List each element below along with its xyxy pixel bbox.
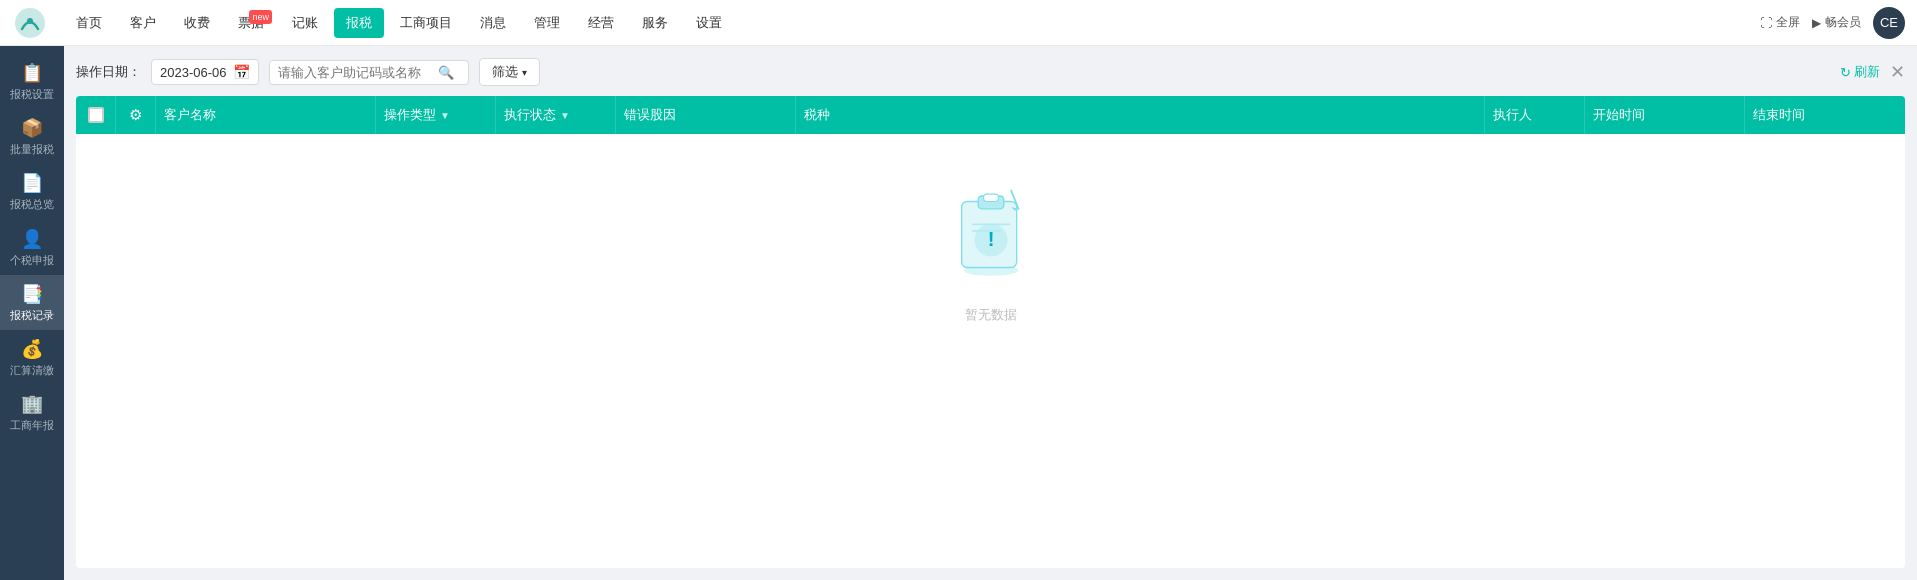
- sidebar-icon-个税申报: 👤: [21, 228, 43, 250]
- refresh-button[interactable]: ↻ 刷新: [1840, 63, 1880, 81]
- refresh-icon: ↻: [1840, 65, 1851, 80]
- nav-item-收费[interactable]: 收费: [172, 8, 222, 38]
- sidebar-item-批量报税[interactable]: 📦 批量报税: [0, 109, 64, 164]
- th-executor-label: 执行人: [1493, 106, 1532, 124]
- empty-state: ! 暂无数据: [76, 134, 1905, 364]
- th-start-time-label: 开始时间: [1593, 106, 1645, 124]
- date-label: 操作日期：: [76, 63, 141, 81]
- table-header: ⚙ 客户名称 操作类型 ▼ 执行状态 ▼ 错误股因 税种: [76, 96, 1905, 134]
- sidebar-label-报税设置: 报税设置: [10, 88, 54, 101]
- date-value: 2023-06-06: [160, 65, 227, 80]
- filter-icon-operation[interactable]: ▼: [440, 110, 450, 121]
- select-all-checkbox[interactable]: [88, 107, 104, 123]
- badge-new: new: [249, 10, 272, 24]
- th-tax-type-label: 税种: [804, 106, 830, 124]
- sidebar-item-报税设置[interactable]: 📋 报税设置: [0, 54, 64, 109]
- sidebar-item-报税记录[interactable]: 📑 报税记录: [0, 275, 64, 330]
- sidebar-label-个税申报: 个税申报: [10, 254, 54, 267]
- th-client-name-label: 客户名称: [164, 106, 216, 124]
- date-input[interactable]: 2023-06-06 📅: [151, 59, 259, 85]
- nav-item-报税[interactable]: 报税: [334, 8, 384, 38]
- th-status: 执行状态 ▼: [496, 96, 616, 134]
- sidebar-item-个税申报[interactable]: 👤 个税申报: [0, 220, 64, 275]
- nav-item-票据[interactable]: 票据new: [226, 8, 276, 38]
- empty-text: 暂无数据: [965, 306, 1017, 324]
- search-box[interactable]: 🔍: [269, 60, 469, 85]
- top-navigation: 首页客户收费票据new记账报税工商项目消息管理经营服务设置 ⛶ 全屏 ▶ 畅会员…: [0, 0, 1917, 46]
- th-checkbox[interactable]: [76, 96, 116, 134]
- app-logo[interactable]: [12, 5, 48, 41]
- main-content: 操作日期： 2023-06-06 📅 🔍 筛选 ▾ ↻ 刷新 ✕: [64, 46, 1917, 580]
- th-operation-type-label: 操作类型: [384, 106, 436, 124]
- nav-items: 首页客户收费票据new记账报税工商项目消息管理经营服务设置: [64, 8, 1760, 38]
- sidebar-item-汇算清缴[interactable]: 💰 汇算清缴: [0, 330, 64, 385]
- filter-icon-status[interactable]: ▼: [560, 110, 570, 121]
- sidebar-icon-批量报税: 📦: [21, 117, 43, 139]
- sidebar-label-批量报税: 批量报税: [10, 143, 54, 156]
- nav-item-首页[interactable]: 首页: [64, 8, 114, 38]
- sidebar-icon-报税设置: 📋: [21, 62, 43, 84]
- th-end-time: 结束时间: [1745, 96, 1905, 134]
- search-icon: 🔍: [438, 65, 454, 80]
- avatar[interactable]: CE: [1873, 7, 1905, 39]
- svg-point-1: [27, 18, 33, 24]
- refresh-label: 刷新: [1854, 63, 1880, 81]
- nav-item-客户[interactable]: 客户: [118, 8, 168, 38]
- toolbar: 操作日期： 2023-06-06 📅 🔍 筛选 ▾ ↻ 刷新 ✕: [76, 58, 1905, 86]
- sidebar-icon-汇算清缴: 💰: [21, 338, 43, 360]
- nav-item-消息[interactable]: 消息: [468, 8, 518, 38]
- nav-item-管理[interactable]: 管理: [522, 8, 572, 38]
- sidebar: 📋 报税设置 📦 批量报税 📄 报税总览 👤 个税申报 📑 报税记录 💰 汇算清缴 🏢 工商年报: [0, 46, 64, 580]
- sidebar-icon-工商年报: 🏢: [21, 393, 43, 415]
- vip-button[interactable]: ▶ 畅会员: [1812, 14, 1861, 31]
- nav-item-记账[interactable]: 记账: [280, 8, 330, 38]
- vip-icon: ▶: [1812, 16, 1821, 30]
- vip-label: 畅会员: [1825, 14, 1861, 31]
- th-error-reason-label: 错误股因: [624, 106, 676, 124]
- toolbar-right: ↻ 刷新 ✕: [1840, 61, 1905, 83]
- avatar-initials: CE: [1880, 15, 1898, 30]
- th-tax-type: 税种: [796, 96, 1485, 134]
- calendar-icon: 📅: [233, 64, 250, 80]
- empty-illustration: !: [941, 174, 1041, 294]
- sidebar-label-报税总览: 报税总览: [10, 198, 54, 211]
- nav-item-服务[interactable]: 服务: [630, 8, 680, 38]
- th-end-time-label: 结束时间: [1753, 106, 1805, 124]
- sidebar-icon-报税总览: 📄: [21, 172, 43, 194]
- th-executor: 执行人: [1485, 96, 1585, 134]
- nav-item-设置[interactable]: 设置: [684, 8, 734, 38]
- top-nav-right: ⛶ 全屏 ▶ 畅会员 CE: [1760, 7, 1905, 39]
- sidebar-item-报税总览[interactable]: 📄 报税总览: [0, 164, 64, 219]
- sidebar-label-汇算清缴: 汇算清缴: [10, 364, 54, 377]
- fullscreen-icon: ⛶: [1760, 16, 1772, 30]
- nav-item-经营[interactable]: 经营: [576, 8, 626, 38]
- th-operation-type: 操作类型 ▼: [376, 96, 496, 134]
- filter-label: 筛选: [492, 63, 518, 81]
- settings-icon: ⚙: [129, 106, 142, 124]
- th-error-reason: 错误股因: [616, 96, 796, 134]
- th-client-name: 客户名称: [156, 96, 376, 134]
- th-start-time: 开始时间: [1585, 96, 1745, 134]
- sidebar-icon-报税记录: 📑: [21, 283, 43, 305]
- main-layout: 📋 报税设置 📦 批量报税 📄 报税总览 👤 个税申报 📑 报税记录 💰 汇算清缴 🏢 工商年报 操作日期…: [0, 46, 1917, 580]
- close-button[interactable]: ✕: [1890, 61, 1905, 83]
- chevron-down-icon: ▾: [522, 67, 527, 78]
- sidebar-label-工商年报: 工商年报: [10, 419, 54, 432]
- table-container: ⚙ 客户名称 操作类型 ▼ 执行状态 ▼ 错误股因 税种: [76, 96, 1905, 568]
- filter-button[interactable]: 筛选 ▾: [479, 58, 540, 86]
- search-input[interactable]: [278, 65, 438, 80]
- th-settings[interactable]: ⚙: [116, 96, 156, 134]
- sidebar-label-报税记录: 报税记录: [10, 309, 54, 322]
- svg-rect-5: [983, 194, 998, 201]
- fullscreen-button[interactable]: ⛶ 全屏: [1760, 14, 1800, 31]
- sidebar-item-工商年报[interactable]: 🏢 工商年报: [0, 385, 64, 440]
- fullscreen-label: 全屏: [1776, 14, 1800, 31]
- nav-item-工商项目[interactable]: 工商项目: [388, 8, 464, 38]
- th-status-label: 执行状态: [504, 106, 556, 124]
